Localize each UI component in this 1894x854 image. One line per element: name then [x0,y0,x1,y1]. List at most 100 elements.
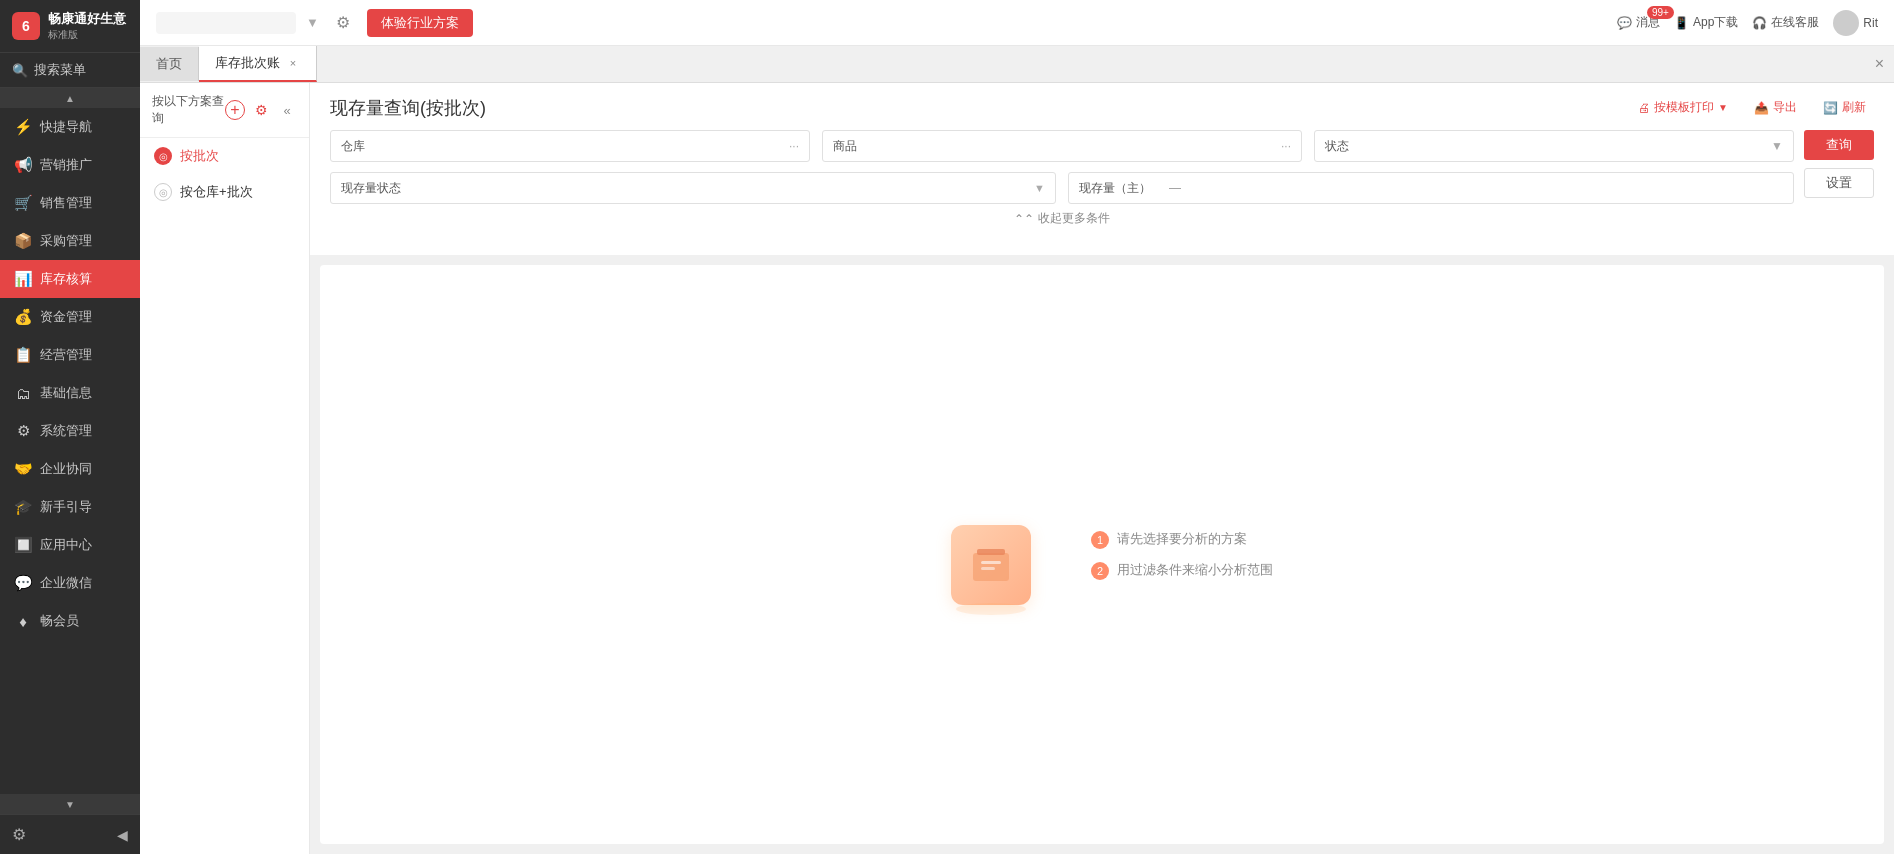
left-panel-items: ◎ 按批次 ◎按仓库+批次 [140,138,309,210]
sidebar-item-basic[interactable]: 🗂基础信息 [0,374,140,412]
warehouse-filter[interactable]: 仓库 ··· [330,130,810,162]
scheme-settings-icon[interactable]: ⚙ [251,100,271,120]
status-arrow[interactable]: ▼ [1771,139,1783,153]
tabs-close-all-icon[interactable]: × [1875,55,1884,73]
add-scheme-btn[interactable]: + [225,100,245,120]
warehouse-dots[interactable]: ··· [789,139,799,153]
sidebar-scroll-up[interactable]: ▲ [0,88,140,108]
product-dots[interactable]: ··· [1281,139,1291,153]
sidebar-footer: ⚙ ◀ [0,814,140,854]
left-panel-title: 按以下方案查询 [152,93,225,127]
user-avatar-btn[interactable]: Rit [1833,10,1878,36]
filter-settings-btn[interactable]: 设置 [1804,168,1874,198]
sidebar-toggle-icon[interactable]: ◀ [117,827,128,843]
topbar-gear-icon[interactable]: ⚙ [329,9,357,37]
right-content: 现存量查询(按批次) 🖨 按模板打印 ▼ 📤 导出 🔄 [310,83,1894,854]
query-btn[interactable]: 查询 [1804,130,1874,160]
sidebar-item-guide[interactable]: 🎓 新手引导 [0,488,140,526]
sidebar-item-finance[interactable]: 💰资金管理 [0,298,140,336]
sidebar: 6 畅康通好生意 标准版 🔍 搜索菜单 ▲ ⚡快捷导航📢营销推广🛒销售管理📦采购… [0,0,140,854]
sidebar-scroll-down[interactable]: ▼ [0,794,140,814]
svg-rect-3 [981,567,995,570]
trial-btn[interactable]: 体验行业方案 [367,9,473,37]
sidebar-item-collab[interactable]: 🤝企业协同 [0,450,140,488]
sidebar-title-block: 畅康通好生意 标准版 [48,10,126,42]
nav-label-inventory: 库存核算 [40,270,92,288]
online-service-btn[interactable]: 🎧 在线客服 [1752,14,1819,31]
sidebar-nav: ⚡快捷导航📢营销推广🛒销售管理📦采购管理 📊 库存核算 💰资金管理📋经营管理🗂基础信息… [0,108,140,794]
nav-label-collab: 企业协同 [40,460,92,478]
panel-collapse-icon[interactable]: « [277,100,297,120]
nav-label-quick-nav: 快捷导航 [40,118,92,136]
nav-label-purchase: 采购管理 [40,232,92,250]
export-btn[interactable]: 📤 导出 [1746,95,1805,120]
tip2-num: 2 [1091,562,1109,580]
export-icon: 📤 [1754,101,1769,115]
nav-icon-wechat: 💬 [14,574,32,592]
stock-qty-dash: — [1169,181,1181,195]
sidebar-item-marketing[interactable]: 📢营销推广 [0,146,140,184]
messages-btn[interactable]: 💬 消息 99+ [1617,14,1660,31]
nav-label-wechat: 企业微信 [40,574,92,592]
stock-qty-filter[interactable]: 现存量（主） — [1068,172,1794,204]
scheme-icon-by-batch: ◎ [154,147,172,165]
sidebar-logo: 6 [12,12,40,40]
scheme-icon-by-warehouse-batch: ◎ [154,183,172,201]
scheme-label-by-batch: 按批次 [180,147,219,165]
sidebar-item-system[interactable]: ⚙系统管理 [0,412,140,450]
empty-icon-wrap [931,495,1051,615]
chevron-up-icon: ⌃⌃ [1014,212,1034,226]
settings-icon[interactable]: ⚙ [12,825,26,844]
svg-rect-2 [981,561,1001,564]
nav-label-sales: 销售管理 [40,194,92,212]
print-btn[interactable]: 🖨 按模板打印 ▼ [1630,95,1736,120]
nav-icon-operations: 📋 [14,346,32,364]
sidebar-search[interactable]: 🔍 搜索菜单 [0,53,140,88]
sidebar-item-operations[interactable]: 📋经营管理 [0,336,140,374]
print-label: 按模板打印 [1654,99,1714,116]
tab-home-label: 首页 [156,55,182,73]
sidebar-item-apps[interactable]: 🔲 应用中心 [0,526,140,564]
status-filter[interactable]: 状态 ▼ [1314,130,1794,162]
print-dropdown-arrow[interactable]: ▼ [1718,102,1728,113]
left-panel-item-by-warehouse-batch[interactable]: ◎按仓库+批次 [140,174,309,210]
nav-icon-inventory: 📊 [14,270,32,288]
topbar-search-input[interactable] [156,12,296,34]
sidebar-item-vip[interactable]: ♦畅会员 [0,602,140,640]
tab-home[interactable]: 首页 [140,47,199,81]
stock-status-filter[interactable]: 现存量状态 ▼ [330,172,1056,204]
messages-badge: 99+ [1647,6,1674,19]
sidebar-item-purchase[interactable]: 📦采购管理 [0,222,140,260]
nav-icon-finance: 💰 [14,308,32,326]
app-download-btn[interactable]: 📱 App下载 [1674,14,1738,31]
sidebar-item-inventory[interactable]: 📊 库存核算 [0,260,140,298]
nav-label-apps: 应用中心 [40,536,92,554]
user-name: Rit [1863,16,1878,30]
tab-close-icon[interactable]: × [286,56,300,70]
collapse-more-btn[interactable]: ⌃⌃ 收起更多条件 [330,204,1794,233]
warehouse-label: 仓库 [341,138,365,155]
stock-status-arrow[interactable]: ▼ [1034,182,1045,194]
sidebar-item-quick-nav[interactable]: ⚡快捷导航 [0,108,140,146]
empty-icon-box [951,525,1031,605]
filter-row-2: 现存量状态 ▼ 现存量（主） — [330,172,1794,204]
nav-icon-apps: 🔲 [14,536,32,554]
print-icon: 🖨 [1638,101,1650,115]
refresh-btn[interactable]: 🔄 刷新 [1815,95,1874,120]
phone-icon: 📱 [1674,16,1689,30]
left-panel: 按以下方案查询 + ⚙ « ◎ 按批次 ◎按仓库+批次 [140,83,310,854]
empty-tip-2: 2 用过滤条件来缩小分析范围 [1091,561,1273,580]
tab-inventory-batch-label: 库存批次账 [215,54,280,72]
empty-state: 1 请先选择要分析的方案 2 用过滤条件来缩小分析范围 [320,265,1884,844]
tab-inventory-batch[interactable]: 库存批次账 × [199,46,317,82]
nav-label-guide: 新手引导 [40,498,92,516]
nav-icon-guide: 🎓 [14,498,32,516]
product-filter[interactable]: 商品 ··· [822,130,1302,162]
nav-icon-basic: 🗂 [14,385,32,402]
collapse-label: 收起更多条件 [1038,210,1110,227]
topbar-dropdown-arrow[interactable]: ▼ [306,15,319,30]
left-panel-item-by-batch[interactable]: ◎ 按批次 [140,138,309,174]
sidebar-item-sales[interactable]: 🛒销售管理 [0,184,140,222]
sidebar-item-wechat[interactable]: 💬 企业微信 [0,564,140,602]
empty-content: 1 请先选择要分析的方案 2 用过滤条件来缩小分析范围 [931,495,1273,615]
